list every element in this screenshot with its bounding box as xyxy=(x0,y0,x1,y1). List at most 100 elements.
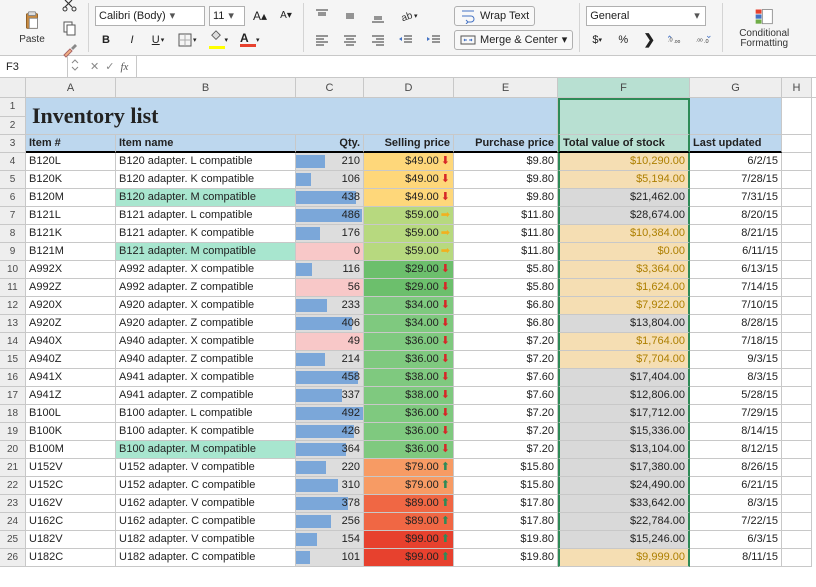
cell-last-updated[interactable]: 5/28/15 xyxy=(690,387,782,405)
cell-item-name[interactable]: A992 adapter. X compatible xyxy=(116,261,296,279)
cell-total-value[interactable]: $7,922.00 xyxy=(558,297,690,315)
cell-purchase-price[interactable]: $11.80 xyxy=(454,225,558,243)
cell-item-id[interactable]: U162V xyxy=(26,495,116,513)
cell-qty[interactable]: 310 xyxy=(296,477,364,495)
formula-input[interactable] xyxy=(137,56,816,77)
cell-qty[interactable]: 426 xyxy=(296,423,364,441)
cell-purchase-price[interactable]: $9.80 xyxy=(454,189,558,207)
cell-qty[interactable]: 486 xyxy=(296,207,364,225)
cut-button[interactable] xyxy=(58,0,82,15)
cell-item-name[interactable]: A941 adapter. Z compatible xyxy=(116,387,296,405)
cell-item-name[interactable]: U182 adapter. V compatible xyxy=(116,531,296,549)
cell-last-updated[interactable]: 8/26/15 xyxy=(690,459,782,477)
cell-item-id[interactable]: B120K xyxy=(26,171,116,189)
row-header[interactable]: 13 xyxy=(0,315,26,333)
cell-total-value[interactable]: $0.00 xyxy=(558,243,690,261)
col-header-H[interactable]: H xyxy=(782,78,812,97)
cell-selling-price[interactable]: $34.00⬇ xyxy=(364,315,454,333)
cell-last-updated[interactable]: 7/31/15 xyxy=(690,189,782,207)
header-cell[interactable]: Last updated xyxy=(690,135,782,153)
cell-item-id[interactable]: B100K xyxy=(26,423,116,441)
paste-button[interactable]: Paste xyxy=(10,6,54,50)
cell-selling-price[interactable]: $36.00⬇ xyxy=(364,441,454,459)
row-header[interactable]: 15 xyxy=(0,351,26,369)
cell[interactable] xyxy=(782,333,812,351)
row-header[interactable]: 21 xyxy=(0,459,26,477)
cell-total-value[interactable]: $17,404.00 xyxy=(558,369,690,387)
cell-selling-price[interactable]: $36.00⬇ xyxy=(364,423,454,441)
cell-total-value[interactable]: $24,490.00 xyxy=(558,477,690,495)
header-cell[interactable]: Item name xyxy=(116,135,296,153)
header-cell[interactable]: Qty. xyxy=(296,135,364,153)
cell-qty[interactable]: 406 xyxy=(296,315,364,333)
cell[interactable] xyxy=(690,98,782,135)
cell-total-value[interactable]: $1,764.00 xyxy=(558,333,690,351)
cell-selling-price[interactable]: $79.00⬆ xyxy=(364,477,454,495)
cell-qty[interactable]: 154 xyxy=(296,531,364,549)
cell-item-name[interactable]: B100 adapter. M compatible xyxy=(116,441,296,459)
cell-selling-price[interactable]: $38.00⬇ xyxy=(364,387,454,405)
cell-last-updated[interactable]: 6/3/15 xyxy=(690,531,782,549)
cell[interactable] xyxy=(782,207,812,225)
cell-last-updated[interactable]: 8/14/15 xyxy=(690,423,782,441)
border-button[interactable]: ▾ xyxy=(173,30,201,50)
cell-selling-price[interactable]: $36.00⬇ xyxy=(364,333,454,351)
cell-item-id[interactable]: A940X xyxy=(26,333,116,351)
cell-qty[interactable]: 49 xyxy=(296,333,364,351)
row-header[interactable]: 5 xyxy=(0,171,26,189)
cell-purchase-price[interactable]: $9.80 xyxy=(454,153,558,171)
row-header[interactable]: 18 xyxy=(0,405,26,423)
cell-item-name[interactable]: B121 adapter. K compatible xyxy=(116,225,296,243)
cell-selling-price[interactable]: $59.00➡ xyxy=(364,207,454,225)
row-header[interactable]: 9 xyxy=(0,243,26,261)
cell-item-name[interactable]: B100 adapter. K compatible xyxy=(116,423,296,441)
align-center-button[interactable] xyxy=(338,30,362,50)
cell-purchase-price[interactable]: $6.80 xyxy=(454,297,558,315)
cell[interactable] xyxy=(782,279,812,297)
cell-total-value[interactable]: $7,704.00 xyxy=(558,351,690,369)
enter-formula-icon[interactable]: ✓ xyxy=(105,60,114,73)
cell-qty[interactable]: 101 xyxy=(296,549,364,567)
cell-last-updated[interactable]: 7/29/15 xyxy=(690,405,782,423)
row-header[interactable]: 2 xyxy=(0,117,26,135)
cell-item-name[interactable]: B121 adapter. L compatible xyxy=(116,207,296,225)
cell-item-id[interactable]: U182C xyxy=(26,549,116,567)
select-all-corner[interactable] xyxy=(0,78,26,97)
cell-total-value[interactable]: $12,806.00 xyxy=(558,387,690,405)
cell-last-updated[interactable]: 6/13/15 xyxy=(690,261,782,279)
cell-item-name[interactable]: A941 adapter. X compatible xyxy=(116,369,296,387)
cell-qty[interactable]: 116 xyxy=(296,261,364,279)
font-color-button[interactable]: A▾ xyxy=(236,30,264,50)
align-right-button[interactable] xyxy=(366,30,390,50)
font-size-select[interactable]: 11 ▾ xyxy=(209,6,245,26)
cell-selling-price[interactable]: $49.00⬇ xyxy=(364,171,454,189)
cell-item-id[interactable]: B121K xyxy=(26,225,116,243)
cell-item-id[interactable]: U162C xyxy=(26,513,116,531)
cell-last-updated[interactable]: 7/22/15 xyxy=(690,513,782,531)
cell-item-name[interactable]: A920 adapter. X compatible xyxy=(116,297,296,315)
cell[interactable] xyxy=(782,351,812,369)
cell-last-updated[interactable]: 6/2/15 xyxy=(690,153,782,171)
cell-qty[interactable]: 458 xyxy=(296,369,364,387)
row-header[interactable]: 24 xyxy=(0,513,26,531)
cell-last-updated[interactable]: 7/28/15 xyxy=(690,171,782,189)
row-header[interactable]: 7 xyxy=(0,207,26,225)
italic-button[interactable]: I xyxy=(121,30,143,50)
cell-item-name[interactable]: B120 adapter. K compatible xyxy=(116,171,296,189)
cell-selling-price[interactable]: $79.00⬆ xyxy=(364,459,454,477)
cell[interactable] xyxy=(782,405,812,423)
cell-qty[interactable]: 364 xyxy=(296,441,364,459)
cell[interactable] xyxy=(782,135,812,153)
cell-last-updated[interactable]: 8/28/15 xyxy=(690,315,782,333)
cell-qty[interactable]: 438 xyxy=(296,189,364,207)
col-header-G[interactable]: G xyxy=(690,78,782,97)
cell-item-id[interactable]: U152V xyxy=(26,459,116,477)
title-cell[interactable]: Inventory list xyxy=(26,98,558,135)
cell-item-id[interactable]: A920Z xyxy=(26,315,116,333)
cell-purchase-price[interactable]: $11.80 xyxy=(454,243,558,261)
cell-selling-price[interactable]: $49.00⬇ xyxy=(364,153,454,171)
cell-selling-price[interactable]: $59.00➡ xyxy=(364,243,454,261)
cell-last-updated[interactable]: 7/14/15 xyxy=(690,279,782,297)
cell-item-name[interactable]: U162 adapter. V compatible xyxy=(116,495,296,513)
cell[interactable] xyxy=(782,243,812,261)
